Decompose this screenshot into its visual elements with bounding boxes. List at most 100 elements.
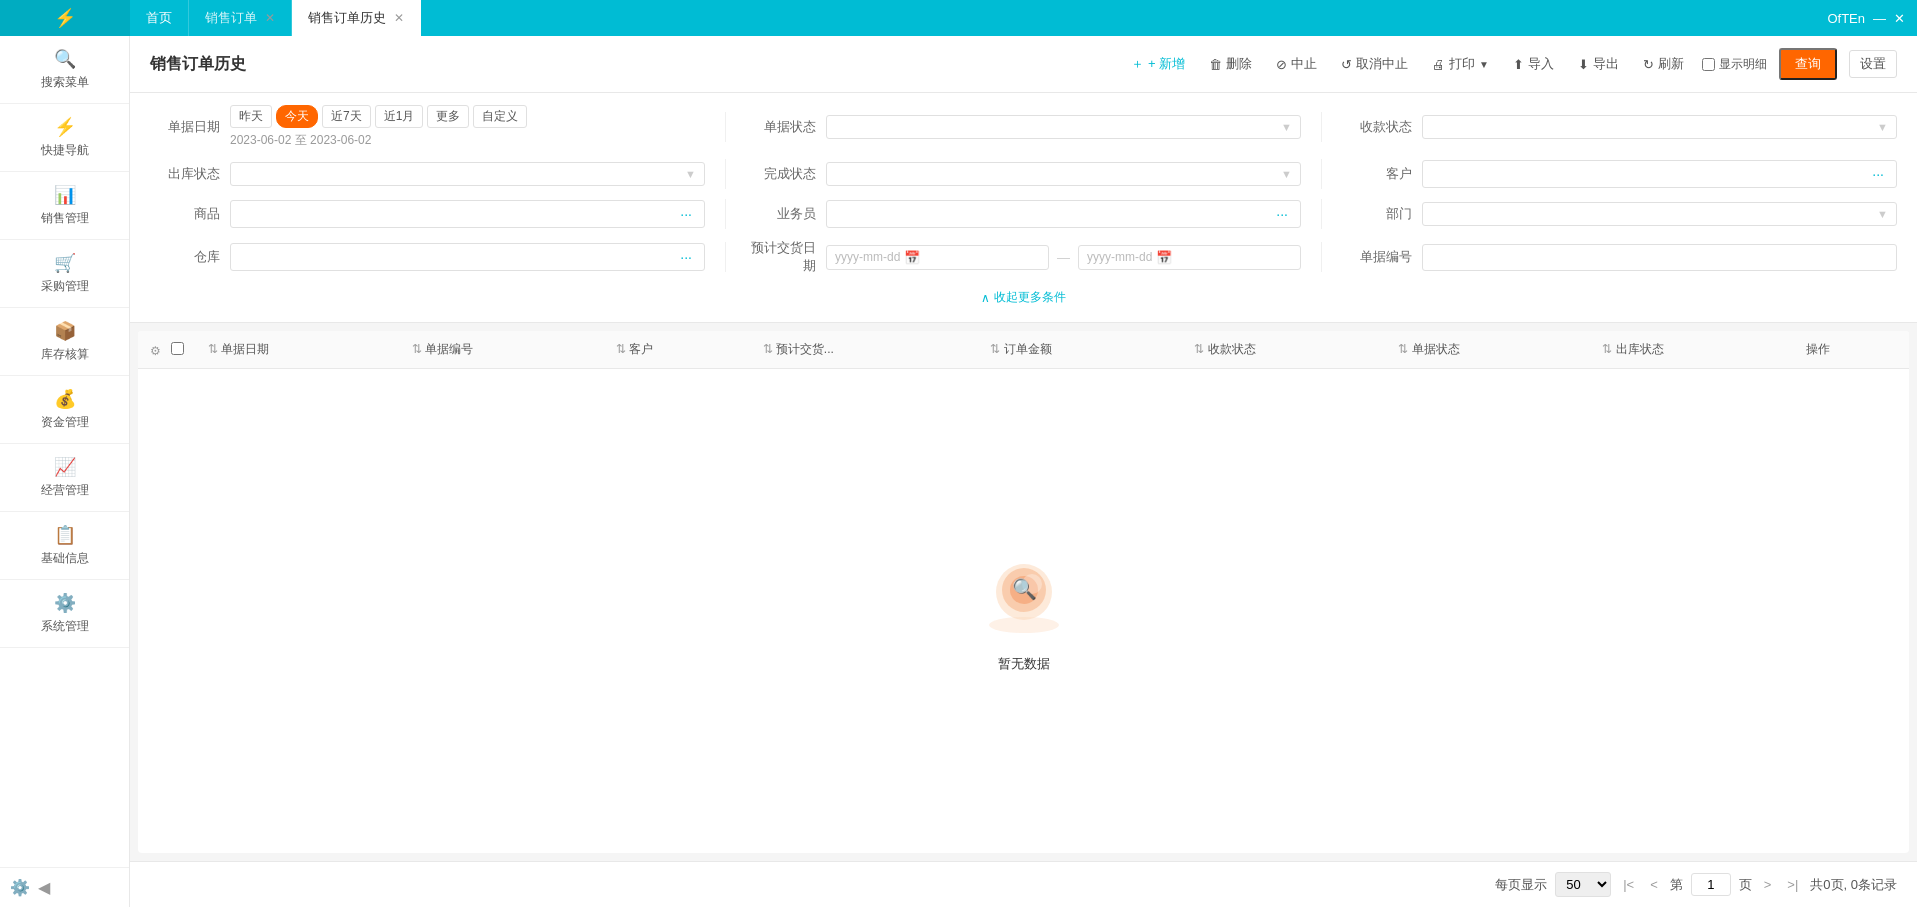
col-action: 操作 (1794, 331, 1909, 369)
minimize-btn[interactable]: — (1873, 11, 1886, 26)
select-all-checkbox[interactable] (171, 342, 184, 355)
salesperson-input[interactable]: ··· (826, 200, 1301, 228)
show-detail-checkbox[interactable] (1702, 58, 1715, 71)
sidebar-item-operations[interactable]: 📈 经营管理 (0, 444, 129, 512)
col-doc-status: ⇅ 单据状态 (1386, 331, 1590, 369)
warehouse-label: 仓库 (150, 248, 230, 266)
product-dotted[interactable]: ··· (676, 206, 696, 222)
import-icon: ⬆ (1513, 57, 1524, 72)
salesperson-dotted[interactable]: ··· (1272, 206, 1292, 222)
settings-bottom-icon[interactable]: ⚙️ (10, 878, 30, 897)
complete-select[interactable]: ▼ (826, 162, 1301, 186)
chevron-down-icon: ▼ (1281, 121, 1292, 133)
delete-label: 删除 (1226, 55, 1252, 73)
calendar-end-icon[interactable]: 📅 (1156, 250, 1172, 265)
tab-sales-history[interactable]: 销售订单历史 ✕ (292, 0, 421, 36)
date-more[interactable]: 更多 (427, 105, 469, 128)
last-page-btn[interactable]: >| (1783, 875, 1802, 894)
query-button[interactable]: 查询 (1779, 48, 1837, 80)
sidebar-item-search[interactable]: 🔍 搜索菜单 (0, 36, 129, 104)
import-button[interactable]: ⬆ 导入 (1507, 51, 1560, 77)
stop-label: 中止 (1291, 55, 1317, 73)
date-today[interactable]: 今天 (276, 105, 318, 128)
sidebar-bottom: ⚙️ ◀ (0, 867, 129, 907)
search-icon: 🔍 (54, 48, 76, 70)
tab-sales-order-close[interactable]: ✕ (265, 11, 275, 25)
sort-amount-icon[interactable]: ⇅ (990, 342, 1000, 356)
page-input[interactable]: 1 (1691, 873, 1731, 896)
new-button[interactable]: ＋ + 新增 (1125, 51, 1191, 77)
sidebar-item-quicknav[interactable]: ⚡ 快捷导航 (0, 104, 129, 172)
import-label: 导入 (1528, 55, 1554, 73)
date-1month[interactable]: 近1月 (375, 105, 424, 128)
tab-home[interactable]: 首页 (130, 0, 189, 36)
table-settings-icon[interactable]: ⚙ (150, 344, 161, 358)
warehouse-dotted[interactable]: ··· (676, 249, 696, 265)
sort-customer-icon[interactable]: ⇅ (616, 342, 626, 356)
date-options: 昨天 今天 近7天 近1月 更多 自定义 (230, 105, 527, 128)
department-select[interactable]: ▼ (1422, 202, 1897, 226)
payment-status-select[interactable]: ▼ (1422, 115, 1897, 139)
first-page-btn[interactable]: |< (1619, 875, 1638, 894)
collapse-sidebar-icon[interactable]: ◀ (38, 878, 50, 897)
cancel-stop-icon: ↺ (1341, 57, 1352, 72)
filter-sep-8 (1321, 242, 1322, 272)
sidebar-item-purchase[interactable]: 🛒 采购管理 (0, 240, 129, 308)
operations-icon: 📈 (54, 456, 76, 478)
chevron-down-icon-3: ▼ (685, 168, 696, 180)
status-select[interactable]: ▼ (826, 115, 1301, 139)
sidebar-item-sales[interactable]: 📊 销售管理 (0, 172, 129, 240)
next-page-btn[interactable]: > (1760, 875, 1776, 894)
sort-date-icon[interactable]: ⇅ (208, 342, 218, 356)
sidebar-sales-label: 销售管理 (41, 210, 89, 227)
tab-sales-history-close[interactable]: ✕ (394, 11, 404, 25)
empty-illustration: 🔍 (974, 550, 1074, 643)
refresh-button[interactable]: ↻ 刷新 (1637, 51, 1690, 77)
calendar-start-icon[interactable]: 📅 (904, 250, 920, 265)
settings-button[interactable]: 设置 (1849, 50, 1897, 78)
filter-sep-5 (725, 199, 726, 229)
print-button[interactable]: 🖨 打印 ▼ (1426, 51, 1495, 77)
export-icon: ⬇ (1578, 57, 1589, 72)
sidebar-item-inventory[interactable]: 📦 库存核算 (0, 308, 129, 376)
export-button[interactable]: ⬇ 导出 (1572, 51, 1625, 77)
department-label: 部门 (1342, 205, 1422, 223)
stop-button[interactable]: ⊘ 中止 (1270, 51, 1323, 77)
customer-dotted[interactable]: ··· (1868, 166, 1888, 182)
per-page-select[interactable]: 50 100 200 (1555, 872, 1611, 897)
sort-payment-icon[interactable]: ⇅ (1194, 342, 1204, 356)
date-custom[interactable]: 自定义 (473, 105, 527, 128)
refresh-label: 刷新 (1658, 55, 1684, 73)
filter-collapse[interactable]: ∧ 收起更多条件 (150, 285, 1897, 310)
sort-delivery-icon[interactable]: ⇅ (763, 342, 773, 356)
tab-home-label: 首页 (146, 9, 172, 27)
page-unit: 页 (1739, 876, 1752, 894)
prev-page-btn[interactable]: < (1646, 875, 1662, 894)
delete-button[interactable]: 🗑 删除 (1203, 51, 1258, 77)
close-window-btn[interactable]: ✕ (1894, 11, 1905, 26)
page-title: 销售订单历史 (150, 54, 246, 75)
tab-sales-order[interactable]: 销售订单 ✕ (189, 0, 292, 36)
product-input[interactable]: ··· (230, 200, 705, 228)
page-label: 第 (1670, 876, 1683, 894)
print-label: 打印 (1449, 55, 1475, 73)
sidebar-item-basic[interactable]: 📋 基础信息 (0, 512, 129, 580)
sales-icon: 📊 (54, 184, 76, 206)
outstock-select[interactable]: ▼ (230, 162, 705, 186)
delivery-date-end[interactable]: yyyy-mm-dd 📅 (1078, 245, 1301, 270)
sidebar-operations-label: 经营管理 (41, 482, 89, 499)
delivery-date-start[interactable]: yyyy-mm-dd 📅 (826, 245, 1049, 270)
filter-sep-7 (725, 242, 726, 272)
cancel-stop-button[interactable]: ↺ 取消中止 (1335, 51, 1414, 77)
date-yesterday[interactable]: 昨天 (230, 105, 272, 128)
customer-input[interactable]: ··· (1422, 160, 1897, 188)
sidebar-item-system[interactable]: ⚙️ 系统管理 (0, 580, 129, 648)
sort-doc-icon[interactable]: ⇅ (1398, 342, 1408, 356)
warehouse-input[interactable]: ··· (230, 243, 705, 271)
sort-number-icon[interactable]: ⇅ (412, 342, 422, 356)
sort-out-icon[interactable]: ⇅ (1602, 342, 1612, 356)
order-no-input[interactable] (1422, 244, 1897, 271)
top-bar-right: OfTEn — ✕ (1827, 0, 1905, 36)
date-7days[interactable]: 近7天 (322, 105, 371, 128)
sidebar-item-finance[interactable]: 💰 资金管理 (0, 376, 129, 444)
